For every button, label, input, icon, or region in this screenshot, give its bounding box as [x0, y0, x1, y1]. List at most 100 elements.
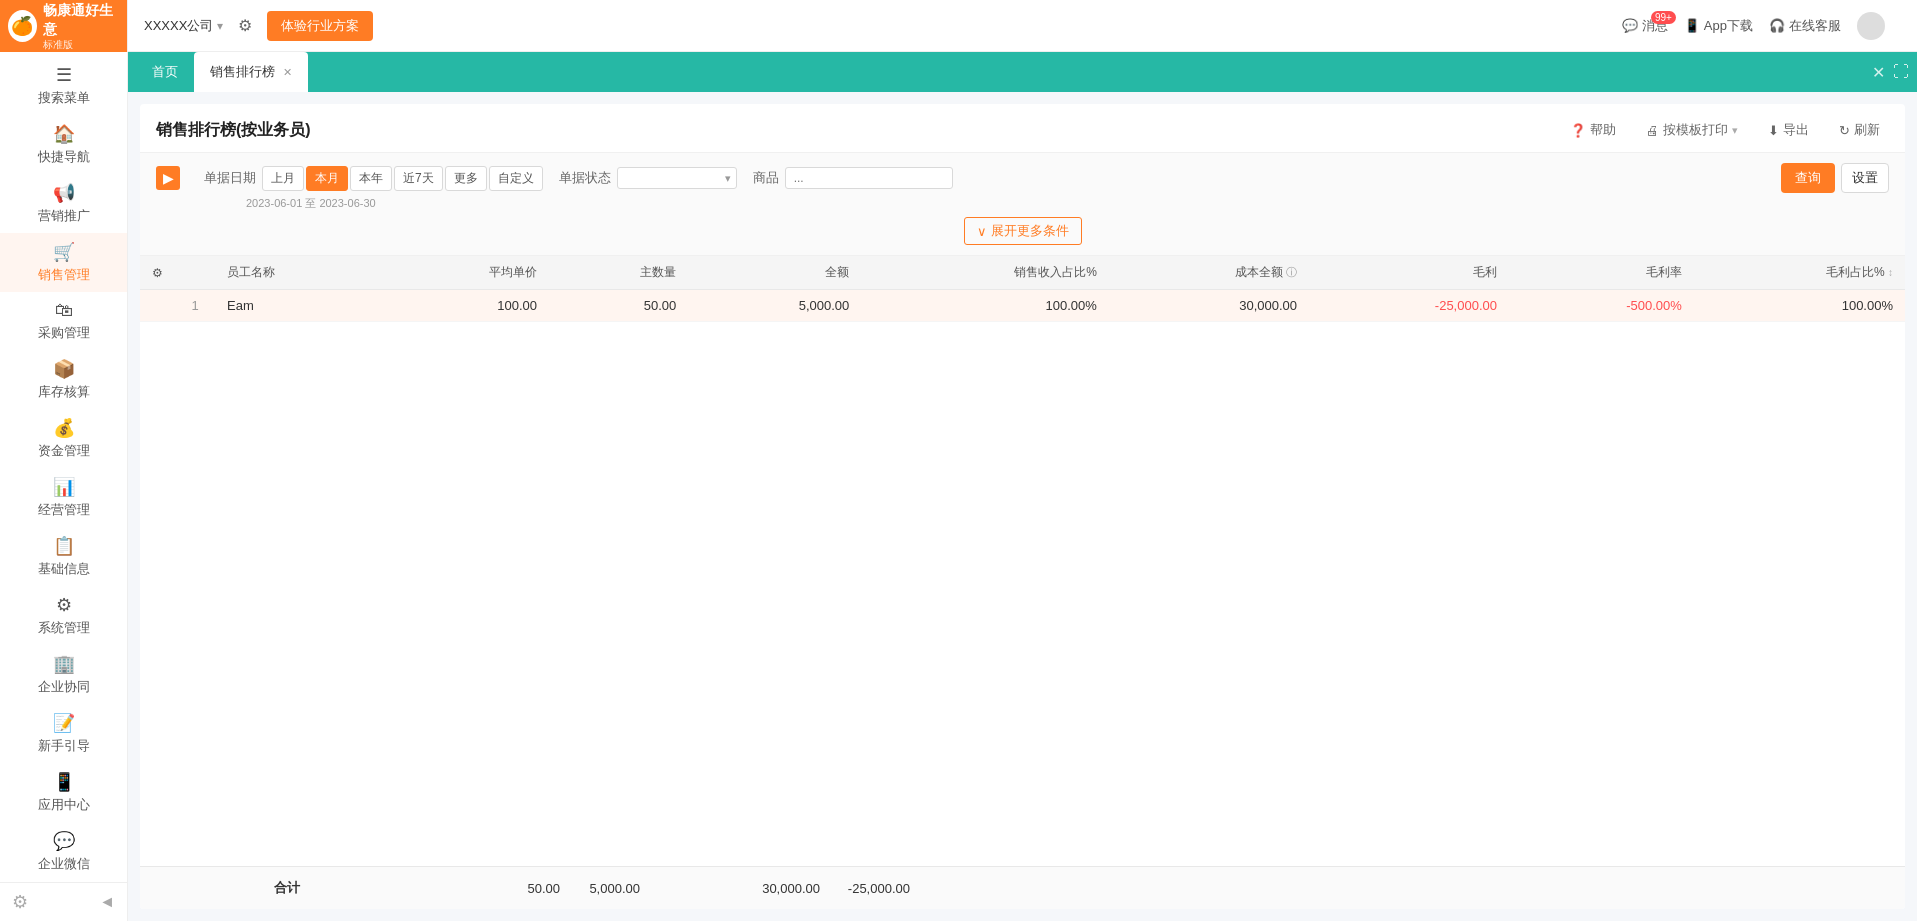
filter-date-btns: 上月本月本年近7天更多自定义 [262, 166, 543, 191]
td-cost-0: 30,000.00 [1109, 290, 1309, 322]
th-gross: 毛利 [1309, 256, 1509, 290]
topbar-settings-btn[interactable]: ⚙ [231, 12, 259, 40]
sidebar-item-appcenter[interactable]: 📱应用中心 [0, 763, 127, 822]
data-table: ⚙ 员工名称 平均单价 主数量 全额 销售收入占比% 成本全额 ⓘ 毛利 毛利率 [140, 256, 1905, 322]
help-btn[interactable]: ❓ 帮助 [1561, 116, 1625, 144]
sidebar-icon-marketing: 📢 [53, 182, 75, 204]
filter-date-btn-2[interactable]: 本年 [350, 166, 392, 191]
company-selector[interactable]: XXXXX公司 ▾ [144, 17, 223, 35]
logo-text: 畅康通好生意 标准版 [43, 1, 119, 50]
app-icon: 📱 [1684, 18, 1700, 33]
filter-date-btn-1[interactable]: 本月 [306, 166, 348, 191]
sidebar-item-wechat[interactable]: 💬企业微信 [0, 822, 127, 881]
th-qty: 主数量 [549, 256, 688, 290]
tabbar-close-btn[interactable]: ✕ [1872, 63, 1885, 82]
trial-btn[interactable]: 体验行业方案 [267, 11, 373, 41]
sidebar-item-sales[interactable]: 🛒销售管理 [0, 233, 127, 292]
service-btn[interactable]: 🎧 在线客服 [1769, 17, 1841, 35]
sidebar-label-inventory: 库存核算 [38, 383, 90, 401]
settings-btn[interactable]: 设置 [1841, 163, 1889, 193]
page-inner: 销售排行榜(按业务员) ❓ 帮助 🖨 按模板打印 ▾ ⬇ 导出 [140, 104, 1905, 909]
cost-info-icon[interactable]: ⓘ [1286, 266, 1297, 278]
th-gross-ratio: 毛利占比% ↕ [1694, 256, 1905, 290]
filter-area: ▶ 单据日期 上月本月本年近7天更多自定义 单据状态 [140, 153, 1905, 256]
th-setting[interactable]: ⚙ [140, 256, 175, 290]
app-label: App下载 [1704, 17, 1753, 35]
sidebar-icon-inventory: 📦 [53, 358, 75, 380]
message-badge: 99+ [1651, 11, 1676, 24]
expand-more-btn[interactable]: ∨ 展开更多条件 [964, 217, 1082, 245]
tabbar: 首页 销售排行榜 ✕ ✕ ⛶ [128, 52, 1917, 92]
sidebar-icon-shortcut: 🏠 [53, 123, 75, 145]
sidebar-item-search[interactable]: ☰搜索菜单 [0, 56, 127, 115]
sidebar-label-sales: 销售管理 [38, 266, 90, 284]
tabbar-restore-btn[interactable]: ⛶ [1893, 63, 1909, 82]
filter-goods-input[interactable] [785, 167, 953, 189]
filter-status-select[interactable] [617, 167, 737, 189]
tab-sales-rank[interactable]: 销售排行榜 ✕ [194, 52, 308, 92]
sidebar-collapse-icon[interactable]: ◄ [99, 893, 115, 911]
export-btn[interactable]: ⬇ 导出 [1759, 116, 1818, 144]
refresh-btn[interactable]: ↻ 刷新 [1830, 116, 1889, 144]
sidebar-item-basic[interactable]: 📋基础信息 [0, 527, 127, 586]
sidebar-item-enterprise[interactable]: 🏢企业协同 [0, 645, 127, 704]
filter-date-item: 单据日期 上月本月本年近7天更多自定义 [204, 166, 543, 191]
app-download-btn[interactable]: 📱 App下载 [1684, 17, 1753, 35]
sidebar-label-appcenter: 应用中心 [38, 796, 90, 814]
help-label: 帮助 [1590, 121, 1616, 139]
message-icon: 💬 [1622, 18, 1638, 33]
logo-main: 畅康通好生意 [43, 1, 119, 37]
expand-icon: ∨ [977, 224, 987, 239]
logo-sub: 标准版 [43, 38, 119, 51]
sidebar-item-operations[interactable]: 📊经营管理 [0, 468, 127, 527]
tab-sales-rank-close-icon[interactable]: ✕ [283, 66, 292, 79]
topbar: XXXXX公司 ▾ ⚙ 体验行业方案 💬 消息 99+ 📱 App下载 🎧 在线… [128, 0, 1917, 52]
sidebar-icon-purchase: 🛍 [55, 300, 73, 321]
th-cost: 成本全额 ⓘ [1109, 256, 1309, 290]
th-gross-rate: 毛利率 [1509, 256, 1694, 290]
gross-ratio-sort-icon[interactable]: ↕ [1888, 267, 1893, 278]
refresh-icon: ↻ [1839, 123, 1850, 138]
main-area: XXXXX公司 ▾ ⚙ 体验行业方案 💬 消息 99+ 📱 App下载 🎧 在线… [128, 0, 1917, 921]
td-gross-rate-0: -500.00% [1509, 290, 1694, 322]
th-avg-price: 平均单价 [382, 256, 549, 290]
sidebar-icon-search: ☰ [56, 64, 72, 86]
user-avatar[interactable] [1857, 12, 1885, 40]
message-btn[interactable]: 💬 消息 99+ [1622, 17, 1668, 35]
tabbar-right: ✕ ⛶ [1872, 63, 1909, 82]
sidebar-item-newbie[interactable]: 📝新手引导 [0, 704, 127, 763]
print-btn[interactable]: 🖨 按模板打印 ▾ [1637, 116, 1747, 144]
sidebar-label-purchase: 采购管理 [38, 324, 90, 342]
sidebar-item-inventory[interactable]: 📦 库存核算 [0, 350, 127, 409]
filter-goods-item: 商品 [753, 167, 953, 189]
export-icon: ⬇ [1768, 123, 1779, 138]
tab-home-label: 首页 [152, 63, 178, 81]
query-btn[interactable]: 查询 [1781, 163, 1835, 193]
sidebar-item-shortcut[interactable]: 🏠快捷导航 [0, 115, 127, 174]
sidebar-item-system[interactable]: ⚙系统管理 [0, 586, 127, 645]
td-avg-price-0: 100.00 [382, 290, 549, 322]
sidebar-settings-icon[interactable]: ⚙ [12, 891, 28, 913]
table-wrap: ⚙ 员工名称 平均单价 主数量 全额 销售收入占比% 成本全额 ⓘ 毛利 毛利率 [140, 256, 1905, 866]
print-chevron-icon: ▾ [1732, 124, 1738, 137]
topbar-right: 💬 消息 99+ 📱 App下载 🎧 在线客服 [1622, 12, 1901, 40]
sidebar-logo: 🍊 畅康通好生意 标准版 [0, 0, 127, 52]
sidebar-item-marketing[interactable]: 📢营销推广 [0, 174, 127, 233]
table-row: 1 Eam 100.00 50.00 5,000.00 100.00% 30,0… [140, 290, 1905, 322]
print-label: 按模板打印 [1663, 121, 1728, 139]
td-amount-0: 5,000.00 [688, 290, 861, 322]
logo-icon: 🍊 [8, 10, 37, 42]
sidebar-item-purchase[interactable]: 🛍 采购管理 [0, 292, 127, 350]
footer-label: 合计 [262, 875, 412, 901]
filter-date-btn-0[interactable]: 上月 [262, 166, 304, 191]
td-gross-0: -25,000.00 [1309, 290, 1509, 322]
filter-date-btn-5[interactable]: 自定义 [489, 166, 543, 191]
filter-date-btn-4[interactable]: 更多 [445, 166, 487, 191]
filter-date-range: 2023-06-01 至 2023-06-30 [246, 197, 376, 209]
td-setting-0 [140, 290, 175, 322]
filter-date-btn-3[interactable]: 近7天 [394, 166, 443, 191]
filter-arrow-btn[interactable]: ▶ [156, 166, 180, 190]
company-chevron-icon: ▾ [217, 19, 223, 33]
sidebar-item-finance[interactable]: 💰资金管理 [0, 409, 127, 468]
tab-home[interactable]: 首页 [136, 52, 194, 92]
